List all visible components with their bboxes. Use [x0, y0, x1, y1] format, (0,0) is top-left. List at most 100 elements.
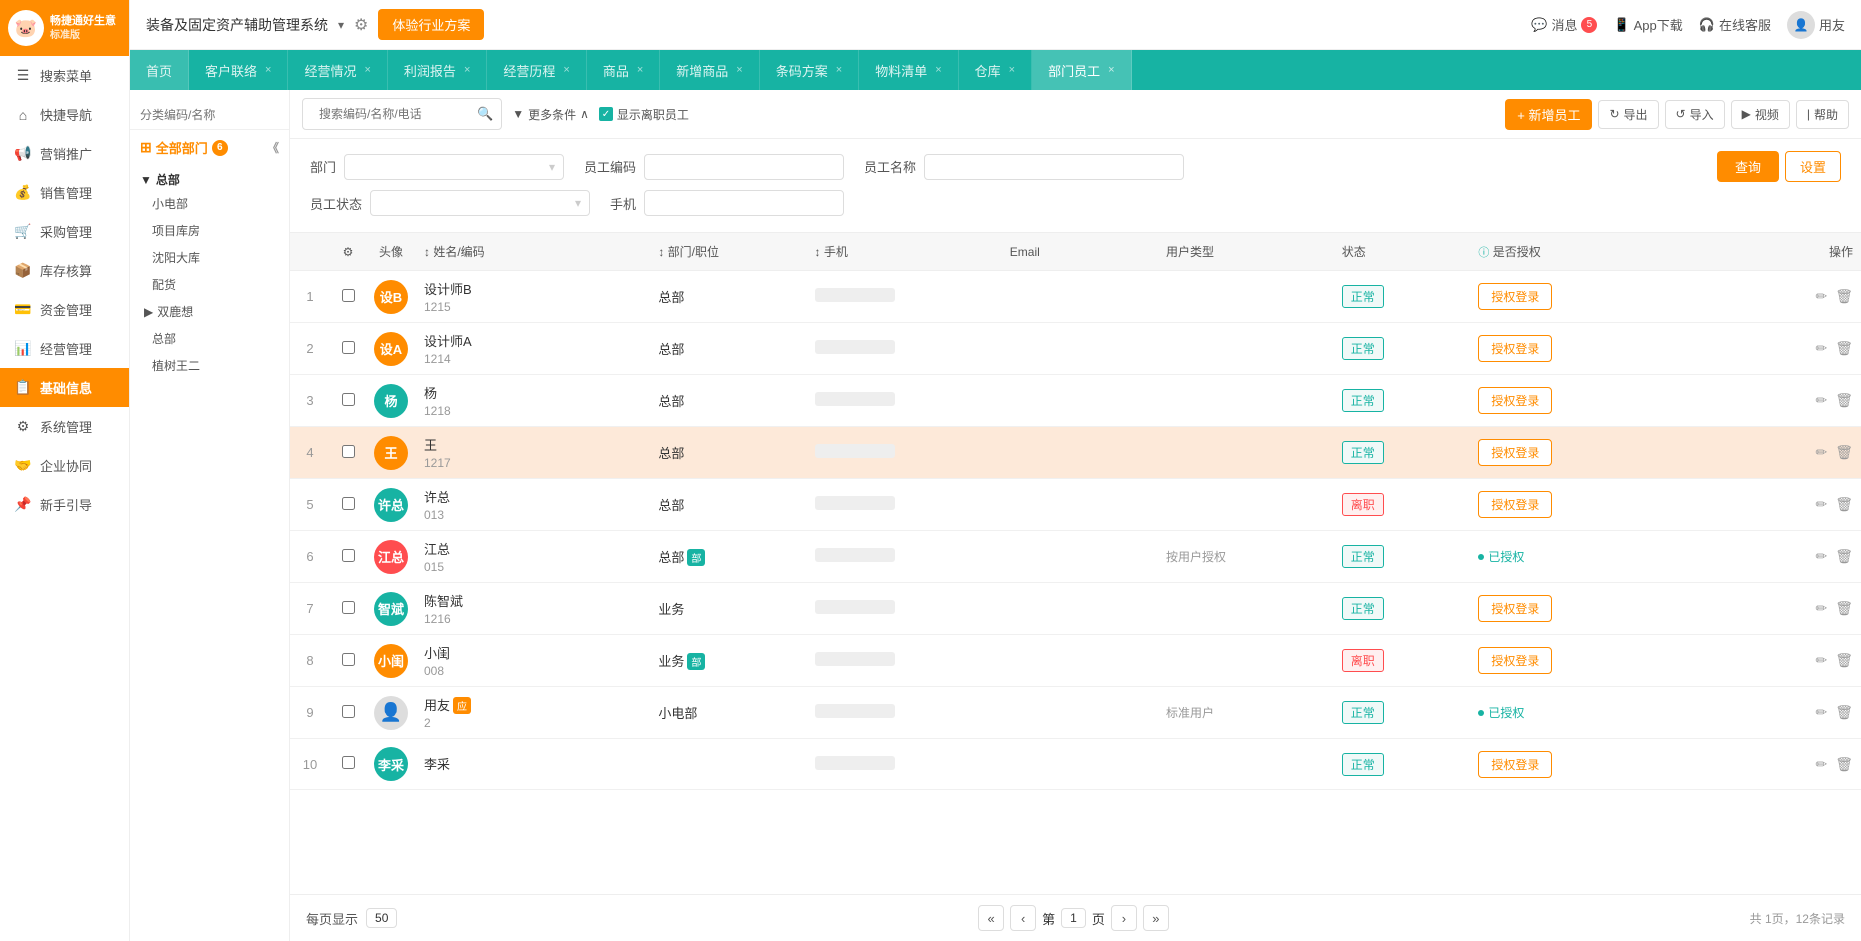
auth-button[interactable]: 授权登录 — [1478, 439, 1552, 466]
tab-close-material[interactable]: × — [935, 64, 941, 76]
dept-item-shuanglu[interactable]: ▶ 双鹿想 — [130, 298, 289, 325]
delete-button[interactable]: 🗑 — [1835, 392, 1853, 409]
dept-item-shuziwang[interactable]: 植树王二 — [130, 352, 289, 379]
sidebar-item-marketing[interactable]: 📢 营销推广 — [0, 134, 129, 173]
prev-page-btn[interactable]: ‹ — [1010, 905, 1036, 931]
row-settings[interactable] — [330, 739, 366, 790]
col-header-name[interactable]: ↕ 姓名/编码 — [416, 233, 650, 271]
row-checkbox[interactable] — [342, 445, 355, 458]
row-settings[interactable] — [330, 427, 366, 479]
edit-button[interactable]: ✏ — [1815, 288, 1827, 305]
tab-close-department-staff[interactable]: × — [1108, 64, 1114, 76]
sidebar-item-collab[interactable]: 🤝 企业协同 — [0, 446, 129, 485]
next-page-btn[interactable]: › — [1111, 905, 1137, 931]
auth-button[interactable]: 授权登录 — [1478, 751, 1552, 778]
last-page-btn[interactable]: » — [1143, 905, 1169, 931]
phone-input[interactable] — [644, 190, 844, 216]
dept-select[interactable]: ▾ — [344, 154, 564, 180]
row-checkbox[interactable] — [342, 549, 355, 562]
show-resigned-toggle[interactable]: ✓ 显示离职员工 — [599, 106, 689, 123]
setting-button[interactable]: 设置 — [1785, 151, 1841, 182]
delete-button[interactable]: 🗑 — [1835, 288, 1853, 305]
tab-goods[interactable]: 商品 × — [587, 50, 660, 90]
tab-barcode[interactable]: 条码方案 × — [760, 50, 859, 90]
delete-button[interactable]: 🗑 — [1835, 340, 1853, 357]
current-page-input[interactable]: 1 — [1061, 908, 1086, 928]
tab-close-barcode[interactable]: × — [836, 64, 842, 76]
sidebar-item-system[interactable]: ⚙ 系统管理 — [0, 407, 129, 446]
trial-button[interactable]: 体验行业方案 — [378, 9, 484, 40]
tab-close-profit[interactable]: × — [464, 64, 470, 76]
row-checkbox[interactable] — [342, 341, 355, 354]
dept-item-zongbu[interactable]: 总部 — [130, 325, 289, 352]
message-btn[interactable]: 💬 消息 5 — [1531, 15, 1597, 34]
show-resigned-checkbox[interactable]: ✓ — [599, 107, 613, 121]
delete-button[interactable]: 🗑 — [1835, 548, 1853, 565]
tab-customers[interactable]: 客户联络 × — [189, 50, 288, 90]
edit-button[interactable]: ✏ — [1815, 496, 1827, 513]
tab-department-staff[interactable]: 部门员工 × — [1032, 50, 1131, 90]
sidebar-item-basic[interactable]: 📋 基础信息 — [0, 368, 129, 407]
edit-button[interactable]: ✏ — [1815, 548, 1827, 565]
row-settings[interactable] — [330, 583, 366, 635]
sidebar-item-inventory[interactable]: 📦 库存核算 — [0, 251, 129, 290]
import-button[interactable]: ↺ 导入 — [1665, 100, 1725, 129]
auth-button[interactable]: 授权登录 — [1478, 283, 1552, 310]
col-header-phone[interactable]: ↕ 手机 — [807, 233, 1002, 271]
row-checkbox[interactable] — [342, 497, 355, 510]
edit-button[interactable]: ✏ — [1815, 444, 1827, 461]
view-button[interactable]: ▶ 视频 — [1731, 100, 1790, 129]
edit-button[interactable]: ✏ — [1815, 392, 1827, 409]
status-select[interactable]: ▾ — [370, 190, 590, 216]
tab-home[interactable]: 首页 — [130, 50, 189, 90]
emp-name-input[interactable] — [924, 154, 1184, 180]
edit-button[interactable]: ✏ — [1815, 652, 1827, 669]
tab-new-goods[interactable]: 新增商品 × — [660, 50, 759, 90]
add-employee-button[interactable]: + 新增员工 — [1505, 99, 1592, 130]
app-download-btn[interactable]: 📱 App下载 — [1613, 15, 1682, 34]
delete-button[interactable]: 🗑 — [1835, 496, 1853, 513]
tab-close-operations[interactable]: × — [364, 64, 370, 76]
tab-material[interactable]: 物料清单 × — [859, 50, 958, 90]
delete-button[interactable]: 🗑 — [1835, 600, 1853, 617]
row-settings[interactable] — [330, 479, 366, 531]
sidebar-item-quick-nav[interactable]: ⌂ 快捷导航 — [0, 95, 129, 134]
tab-profit[interactable]: 利润报告 × — [388, 50, 487, 90]
row-checkbox[interactable] — [342, 653, 355, 666]
collapse-btn[interactable]: 《 — [267, 139, 279, 156]
tab-close-customers[interactable]: × — [265, 64, 271, 76]
edit-button[interactable]: ✏ — [1815, 704, 1827, 721]
dept-item-xiaodian[interactable]: 小电部 — [130, 190, 289, 217]
row-checkbox[interactable] — [342, 393, 355, 406]
delete-button[interactable]: 🗑 — [1835, 652, 1853, 669]
tab-close-new-goods[interactable]: × — [736, 64, 742, 76]
tab-close-warehouse[interactable]: × — [1009, 64, 1015, 76]
first-page-btn[interactable]: « — [978, 905, 1004, 931]
page-size-value[interactable]: 50 — [366, 908, 397, 928]
sidebar-item-ops[interactable]: 📊 经营管理 — [0, 329, 129, 368]
dept-item-shenyang[interactable]: 沈阳大库 — [130, 244, 289, 271]
row-checkbox[interactable] — [342, 756, 355, 769]
dept-search-input[interactable] — [140, 108, 290, 122]
filter-more-btn[interactable]: ▼ 更多条件 ∧ — [512, 106, 589, 123]
edit-button[interactable]: ✏ — [1815, 340, 1827, 357]
row-settings[interactable] — [330, 323, 366, 375]
delete-button[interactable]: 🗑 — [1835, 704, 1853, 721]
tab-operations[interactable]: 经营情况 × — [288, 50, 387, 90]
row-settings[interactable] — [330, 271, 366, 323]
row-checkbox[interactable] — [342, 705, 355, 718]
auth-button[interactable]: 授权登录 — [1478, 335, 1552, 362]
edit-button[interactable]: ✏ — [1815, 756, 1827, 773]
auth-button[interactable]: 授权登录 — [1478, 387, 1552, 414]
row-settings[interactable] — [330, 687, 366, 739]
all-dept-btn[interactable]: ⊞ 全部部门 6 《 — [130, 130, 289, 165]
query-button[interactable]: 查询 — [1717, 151, 1779, 182]
row-checkbox[interactable] — [342, 601, 355, 614]
filter-search-input[interactable] — [311, 103, 471, 125]
row-settings[interactable] — [330, 375, 366, 427]
tab-history[interactable]: 经营历程 × — [487, 50, 586, 90]
sidebar-item-finance[interactable]: 💳 资金管理 — [0, 290, 129, 329]
dept-item-peihuo[interactable]: 配货 — [130, 271, 289, 298]
tab-close-history[interactable]: × — [563, 64, 569, 76]
sidebar-item-guide[interactable]: 📌 新手引导 — [0, 485, 129, 524]
